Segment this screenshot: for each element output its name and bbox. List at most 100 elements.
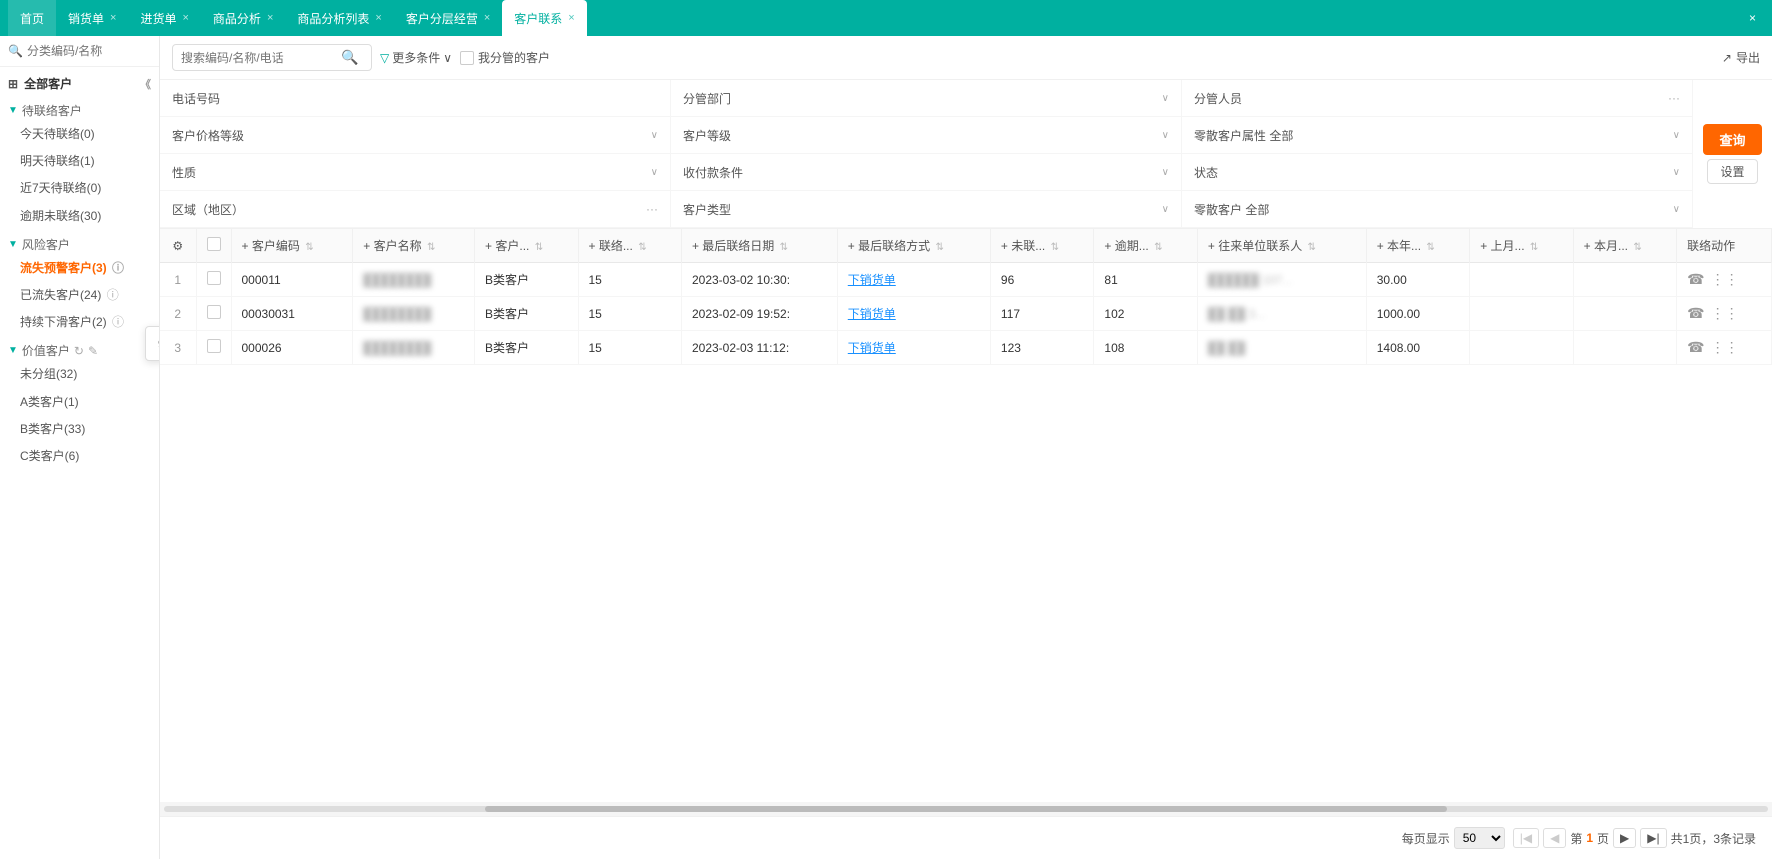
declining-label: 持续下滑客户(2): [20, 315, 107, 329]
sidebar-item-tomorrow[interactable]: 明天待联络(1): [0, 148, 159, 175]
status-select[interactable]: ∨: [1262, 167, 1680, 178]
row-check-1[interactable]: [196, 263, 231, 297]
region-dots[interactable]: ···: [646, 202, 658, 216]
sidebar-item-today[interactable]: 今天待联络(0): [0, 121, 159, 148]
sidebar-search-input[interactable]: [27, 44, 160, 58]
col-last-month-sort-icon[interactable]: ⇅: [1530, 242, 1538, 253]
col-contact-count-label: + 联络...: [589, 239, 633, 253]
next-page-button[interactable]: ▶: [1613, 828, 1636, 848]
col-contacts-sort-icon[interactable]: ⇅: [1308, 242, 1316, 253]
row-method-link-2[interactable]: 下销货单: [848, 307, 896, 321]
col-last-date-sort-icon[interactable]: ⇅: [780, 242, 788, 253]
row-year-2: 1000.00: [1366, 297, 1469, 331]
settings-button[interactable]: 设置: [1707, 159, 1757, 184]
sidebar-item-declining[interactable]: 持续下滑客户(2) ⓘ: [0, 309, 159, 336]
customer-level-select[interactable]: ∨: [751, 130, 1169, 141]
contact-icon-3[interactable]: ☎: [1687, 339, 1704, 356]
row-this-month-2: [1573, 297, 1676, 331]
search-button[interactable]: 🔍: [341, 49, 358, 66]
phone-input[interactable]: [240, 91, 658, 105]
scrollbar-track[interactable]: [164, 806, 1768, 812]
edit-icon[interactable]: ✎: [88, 344, 98, 358]
purchase-tab-close[interactable]: ×: [182, 12, 188, 24]
manager-dots[interactable]: ···: [1668, 91, 1680, 105]
sidebar-all-customers[interactable]: ⊞ 全部客户 《: [0, 67, 159, 96]
sidebar-item-c-class[interactable]: C类客户(6): [0, 443, 159, 470]
dept-select[interactable]: ∨: [751, 93, 1169, 104]
table-header-row: ⚙ + 客户编码 ⇅ + 客户名称 ⇅ + 客户: [160, 229, 1772, 263]
nav-tab-customer-contact[interactable]: 客户联系 ×: [502, 0, 586, 36]
contact-icon-2[interactable]: ☎: [1687, 305, 1704, 322]
sidebar-item-a-class[interactable]: A类客户(1): [0, 389, 159, 416]
col-code-sort-icon[interactable]: ⇅: [305, 242, 313, 253]
select-all-checkbox[interactable]: [207, 237, 221, 251]
col-year-sort-icon[interactable]: ⇅: [1426, 242, 1434, 253]
row-checkbox-2[interactable]: [207, 305, 221, 319]
sidebar-item-ungrouped[interactable]: 未分组(32): [0, 361, 159, 388]
manager-select[interactable]: ···: [1262, 91, 1680, 105]
first-page-button[interactable]: |◀: [1513, 828, 1539, 848]
sidebar-item-churned[interactable]: 已流失客户(24) ⓘ: [0, 282, 159, 309]
region-select[interactable]: ···: [252, 202, 658, 216]
more-icon-2[interactable]: ⋮⋮: [1711, 305, 1739, 322]
col-overdue-sort-icon[interactable]: ⇅: [1154, 242, 1162, 253]
payment-select[interactable]: ∨: [751, 167, 1169, 178]
retail-customer-select[interactable]: ∨: [1277, 204, 1680, 215]
col-type-sort-icon[interactable]: ⇅: [535, 242, 543, 253]
row-checkbox-3[interactable]: [207, 339, 221, 353]
col-contact-count-sort-icon[interactable]: ⇅: [638, 242, 646, 253]
my-customer-checkbox[interactable]: 我分管的客户: [460, 49, 550, 66]
row-last-method-1[interactable]: 下销货单: [837, 263, 990, 297]
col-this-month-sort-icon[interactable]: ⇅: [1633, 242, 1641, 253]
cust-type-select[interactable]: ∨: [751, 204, 1169, 215]
retail-attr-select[interactable]: ∨: [1301, 130, 1680, 141]
col-last-method-sort-icon[interactable]: ⇅: [935, 242, 943, 253]
sidebar-item-churn-warning[interactable]: 流失预警客户(3) ⓘ: [0, 255, 159, 282]
nav-tab-customer-seg[interactable]: 客户分层经营 ×: [394, 0, 502, 36]
nav-tab-purchase[interactable]: 进货单 ×: [128, 0, 200, 36]
nav-tab-sales[interactable]: 销货单 ×: [56, 0, 128, 36]
horizontal-scrollbar[interactable]: [160, 802, 1772, 816]
row-last-method-3[interactable]: 下销货单: [837, 331, 990, 365]
analysis-tab-close[interactable]: ×: [267, 12, 273, 24]
col-header-last-date: + 最后联络日期 ⇅: [681, 229, 837, 263]
more-icon-3[interactable]: ⋮⋮: [1711, 339, 1739, 356]
nav-tab-analysis-list[interactable]: 商品分析列表 ×: [285, 0, 393, 36]
checkbox-header[interactable]: [196, 229, 231, 263]
sidebar-item-7days[interactable]: 近7天待联络(0): [0, 175, 159, 202]
more-filter-button[interactable]: ▽ 更多条件 ∨: [380, 49, 452, 66]
sales-tab-close[interactable]: ×: [110, 12, 116, 24]
refresh-icon[interactable]: ↻: [74, 344, 84, 358]
price-level-select[interactable]: ∨: [252, 130, 658, 141]
row-check-3[interactable]: [196, 331, 231, 365]
row-checkbox-1[interactable]: [207, 271, 221, 285]
row-last-method-2[interactable]: 下销货单: [837, 297, 990, 331]
collapse-icon[interactable]: 《: [140, 76, 151, 92]
export-button[interactable]: ↗ 导出: [1722, 49, 1760, 66]
prev-page-button[interactable]: ◀: [1543, 828, 1566, 848]
window-close-button[interactable]: ×: [1741, 11, 1764, 25]
row-method-link-3[interactable]: 下销货单: [848, 341, 896, 355]
nav-tab-home[interactable]: 首页: [8, 0, 56, 36]
nature-select[interactable]: ∨: [240, 167, 658, 178]
scrollbar-thumb[interactable]: [485, 806, 1447, 812]
row-check-2[interactable]: [196, 297, 231, 331]
contact-icon-1[interactable]: ☎: [1687, 271, 1704, 288]
analysis-list-tab-close[interactable]: ×: [375, 12, 381, 24]
nav-tab-analysis[interactable]: 商品分析 ×: [201, 0, 285, 36]
sidebar-item-overdue[interactable]: 逾期未联络(30): [0, 203, 159, 230]
row-method-link-1[interactable]: 下销货单: [848, 273, 896, 287]
more-icon-1[interactable]: ⋮⋮: [1711, 271, 1739, 288]
page-size-select[interactable]: 20 50 100: [1454, 827, 1505, 849]
customer-contact-tab-close[interactable]: ×: [568, 12, 574, 24]
customer-seg-tab-close[interactable]: ×: [484, 12, 490, 24]
analysis-tab-label: 商品分析: [213, 10, 261, 27]
gear-header[interactable]: ⚙: [160, 229, 196, 263]
sidebar-item-b-class[interactable]: B类客户(33): [0, 416, 159, 443]
col-name-sort-icon[interactable]: ⇅: [427, 242, 435, 253]
query-button[interactable]: 查询: [1703, 124, 1761, 155]
last-page-button[interactable]: ▶|: [1640, 828, 1666, 848]
search-input[interactable]: [181, 51, 341, 65]
my-customer-check[interactable]: [460, 51, 474, 65]
col-uncontacted-sort-icon[interactable]: ⇅: [1051, 242, 1059, 253]
